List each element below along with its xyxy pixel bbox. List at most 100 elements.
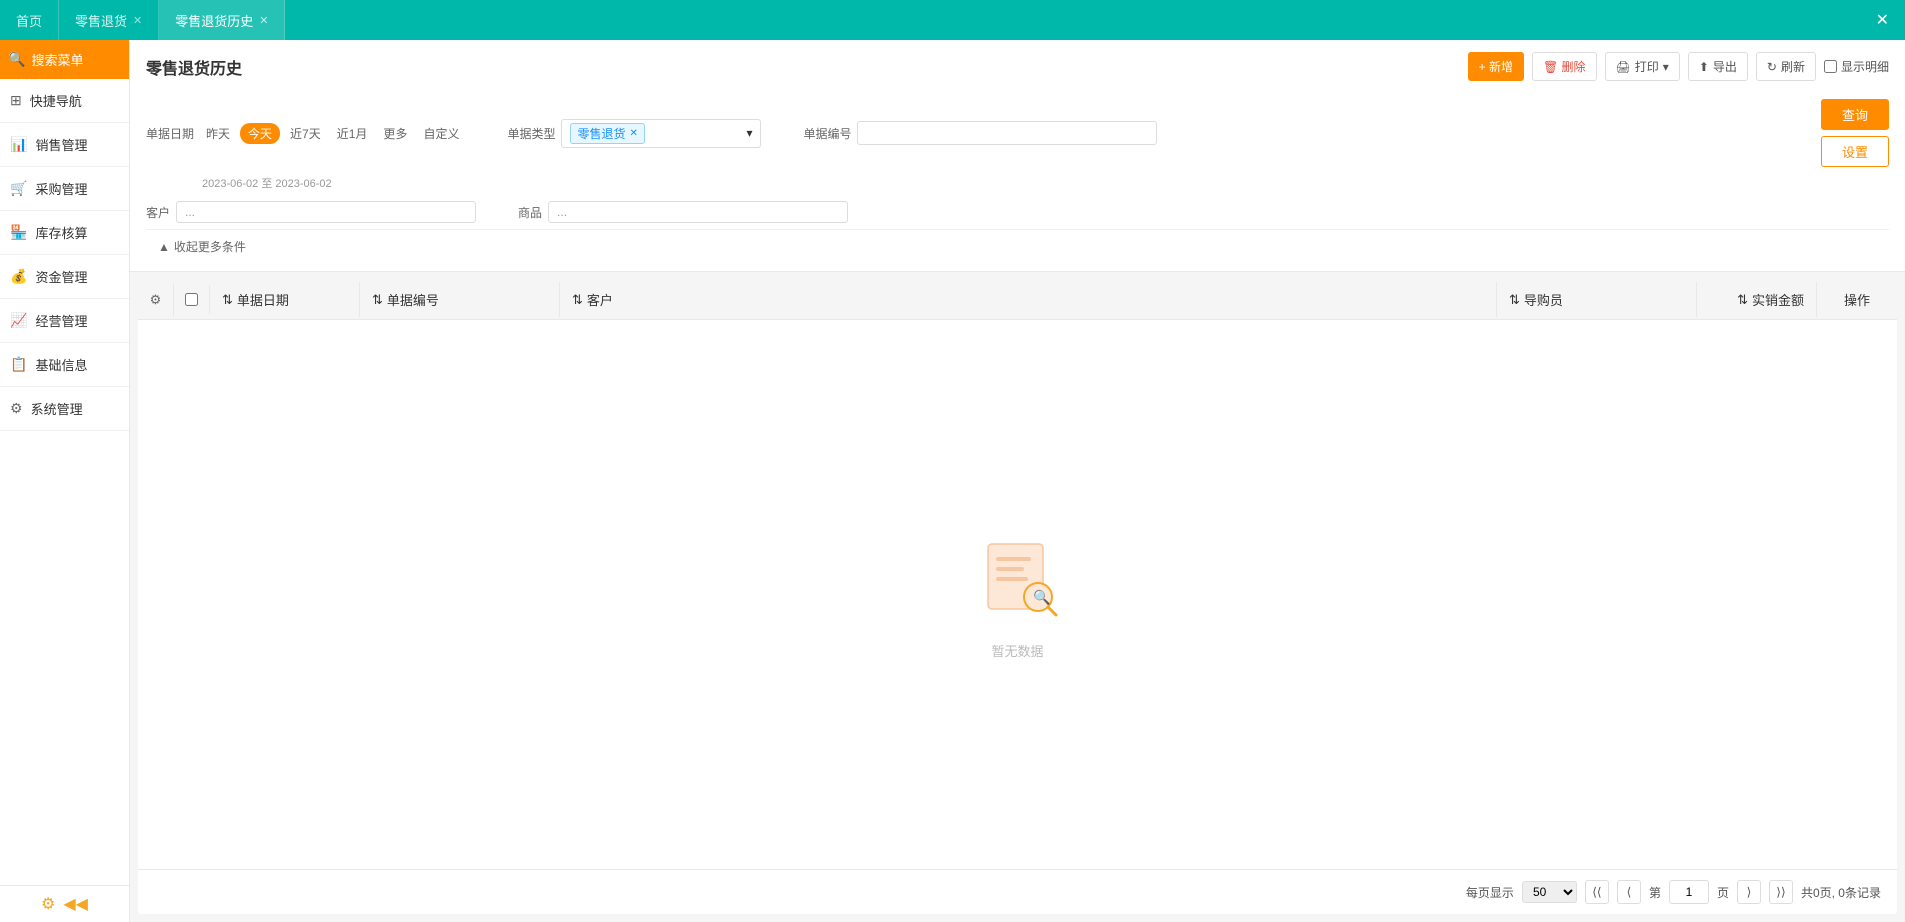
filter-area: 单据日期 昨天 今天 近7天 近1月 更多 自定义 单据类型 xyxy=(146,93,1889,271)
sidebar-item-basic-info[interactable]: 📋 基础信息 xyxy=(0,343,129,387)
total-info: 共0页, 0条记录 xyxy=(1801,884,1881,901)
page-title-row: 零售退货历史 + 新增 🗑 删除 🖨 打印 ▾ ⬆ 导出 ↻ xyxy=(146,52,1889,81)
svg-text:🔍: 🔍 xyxy=(1033,588,1050,606)
delete-button[interactable]: 🗑 删除 xyxy=(1532,52,1597,81)
refresh-button[interactable]: ↻ 刷新 xyxy=(1756,52,1816,81)
sidebar-item-sys-mgmt[interactable]: ⚙ 系统管理 xyxy=(0,387,129,431)
empty-state: 🔍 暂无数据 xyxy=(138,320,1897,869)
main-layout: 🔍 搜索菜单 ⊞ 快捷导航 📊 销售管理 🛒 采购管理 🏪 库存核算 💰 xyxy=(0,40,1905,922)
next-page-button[interactable]: ⟩ xyxy=(1737,880,1761,904)
collapse-button[interactable]: ▲ 收起更多条件 xyxy=(146,234,1889,259)
tab-retail-return-history-close[interactable]: ✕ xyxy=(259,14,268,27)
date-shortcut-1month[interactable]: 近1月 xyxy=(331,123,374,144)
print-button[interactable]: 🖨 打印 ▾ xyxy=(1605,52,1680,81)
sidebar-audio-button[interactable]: ◀◀ xyxy=(63,894,88,914)
tab-retail-return-history[interactable]: 零售退货历史 ✕ xyxy=(159,0,285,40)
tab-retail-return-close[interactable]: ✕ xyxy=(133,14,142,27)
date-shortcuts: 昨天 今天 近7天 近1月 更多 自定义 xyxy=(200,123,465,144)
voucher-type-tag: 零售退货 ✕ xyxy=(570,123,644,144)
top-bar: 首页 零售退货 ✕ 零售退货历史 ✕ ✕ xyxy=(0,0,1905,40)
voucher-type-tag-close[interactable]: ✕ xyxy=(629,128,637,139)
inventory-icon: 🏪 xyxy=(10,224,27,241)
query-button[interactable]: 查询 xyxy=(1821,99,1889,130)
tab-home[interactable]: 首页 xyxy=(0,0,59,40)
date-shortcut-custom[interactable]: 自定义 xyxy=(417,123,465,144)
sys-mgmt-icon: ⚙ xyxy=(10,400,23,417)
toolbar: + 新增 🗑 删除 🖨 打印 ▾ ⬆ 导出 ↻ 刷新 xyxy=(1468,52,1889,81)
search-menu-button[interactable]: 🔍 搜索菜单 xyxy=(0,40,129,79)
page-input[interactable] xyxy=(1669,880,1709,904)
table-select-all-checkbox[interactable] xyxy=(174,285,210,314)
goods-placeholder: ... xyxy=(557,205,567,219)
sidebar-item-inventory[interactable]: 🏪 库存核算 xyxy=(0,211,129,255)
action-buttons: 查询 设置 xyxy=(1821,99,1889,167)
goods-label: 商品 xyxy=(518,204,542,221)
goods-filter: 商品 ... xyxy=(518,201,848,223)
export-button[interactable]: ⬆ 导出 xyxy=(1688,52,1748,81)
sidebar-item-operations[interactable]: 📈 经营管理 xyxy=(0,299,129,343)
voucher-type-select[interactable]: 零售退货 ✕ ▾ xyxy=(561,119,761,148)
sidebar-item-quick-nav[interactable]: ⊞ 快捷导航 xyxy=(0,79,129,123)
th-no-sort-icon: ⇅ xyxy=(372,292,383,308)
date-shortcut-today[interactable]: 今天 xyxy=(240,123,280,144)
date-filter: 单据日期 昨天 今天 近7天 近1月 更多 自定义 xyxy=(146,123,465,144)
sidebar-item-finance[interactable]: 💰 资金管理 xyxy=(0,255,129,299)
table-header: ⚙ ⇅ 单据日期 ⇅ 单据编号 ⇅ 客户 ⇅ 导购员 xyxy=(138,280,1897,320)
page-title: 零售退货历史 xyxy=(146,55,242,79)
last-page-button[interactable]: ⟩⟩ xyxy=(1769,880,1793,904)
quick-nav-icon: ⊞ xyxy=(10,92,22,109)
sidebar-settings-button[interactable]: ⚙ xyxy=(41,894,55,914)
table-column-settings-button[interactable]: ⚙ xyxy=(138,284,174,316)
th-no[interactable]: ⇅ 单据编号 xyxy=(360,282,560,317)
th-customer[interactable]: ⇅ 客户 xyxy=(560,282,1497,317)
th-date-sort-icon: ⇅ xyxy=(222,292,233,308)
basic-info-icon: 📋 xyxy=(10,356,27,373)
date-shortcut-yesterday[interactable]: 昨天 xyxy=(200,123,236,144)
finance-icon: 💰 xyxy=(10,268,27,285)
date-shortcut-7days[interactable]: 近7天 xyxy=(284,123,327,144)
tab-retail-return[interactable]: 零售退货 ✕ xyxy=(59,0,159,40)
collapse-bar: ▲ 收起更多条件 xyxy=(146,229,1889,263)
th-customer-sort-icon: ⇅ xyxy=(572,292,583,308)
collapse-up-icon: ▲ xyxy=(158,240,170,254)
settings-button[interactable]: 设置 xyxy=(1821,136,1889,167)
customer-placeholder: ... xyxy=(185,205,195,219)
sidebar-item-sales-mgmt[interactable]: 📊 销售管理 xyxy=(0,123,129,167)
th-amount-sort-icon: ⇅ xyxy=(1737,292,1748,308)
customer-filter: 客户 ... xyxy=(146,201,476,223)
show-detail-checkbox[interactable] xyxy=(1824,60,1837,73)
add-button[interactable]: + 新增 xyxy=(1468,52,1524,81)
close-window-button[interactable]: ✕ xyxy=(1860,10,1905,30)
date-shortcut-more[interactable]: 更多 xyxy=(377,123,413,144)
pagination: 每页显示 50 20 100 ⟨⟨ ⟨ 第 页 ⟩ ⟩⟩ 共0页, 0条记录 xyxy=(138,869,1897,914)
print-chevron-icon: ▾ xyxy=(1663,60,1669,74)
voucher-type-filter: 单据类型 零售退货 ✕ ▾ xyxy=(507,119,761,148)
refresh-icon: ↻ xyxy=(1767,60,1777,74)
voucher-no-filter: 单据编号 xyxy=(803,121,1157,145)
empty-text: 暂无数据 xyxy=(991,641,1043,660)
customer-label: 客户 xyxy=(146,204,170,221)
print-icon: 🖨 xyxy=(1616,60,1631,74)
customer-select[interactable]: ... xyxy=(176,201,476,223)
prev-page-button[interactable]: ⟨ xyxy=(1617,880,1641,904)
th-date[interactable]: ⇅ 单据日期 xyxy=(210,282,360,317)
first-page-button[interactable]: ⟨⟨ xyxy=(1585,880,1609,904)
goods-select[interactable]: ... xyxy=(548,201,848,223)
voucher-type-chevron-icon: ▾ xyxy=(746,126,752,140)
operations-icon: 📈 xyxy=(10,312,27,329)
show-detail-label: 显示明细 xyxy=(1824,58,1889,75)
empty-state-icon: 🔍 xyxy=(968,529,1068,629)
page-unit: 页 xyxy=(1717,884,1729,901)
voucher-no-label: 单据编号 xyxy=(803,125,851,142)
sidebar-item-purchase-mgmt[interactable]: 🛒 采购管理 xyxy=(0,167,129,211)
table-container: ⚙ ⇅ 单据日期 ⇅ 单据编号 ⇅ 客户 ⇅ 导购员 xyxy=(138,280,1897,914)
voucher-no-input[interactable] xyxy=(857,121,1157,145)
th-guide[interactable]: ⇅ 导购员 xyxy=(1497,282,1697,317)
export-icon: ⬆ xyxy=(1699,60,1709,74)
date-range-display: 2023-06-02 至 2023-06-02 xyxy=(202,178,332,190)
page-header: 零售退货历史 + 新增 🗑 删除 🖨 打印 ▾ ⬆ 导出 ↻ xyxy=(130,40,1905,272)
per-page-select[interactable]: 50 20 100 xyxy=(1522,881,1577,903)
sidebar: 🔍 搜索菜单 ⊞ 快捷导航 📊 销售管理 🛒 采购管理 🏪 库存核算 💰 xyxy=(0,40,130,922)
filter-row-2: 客户 ... 商品 ... xyxy=(146,195,1889,229)
th-amount[interactable]: ⇅ 实销金额 xyxy=(1697,282,1817,317)
